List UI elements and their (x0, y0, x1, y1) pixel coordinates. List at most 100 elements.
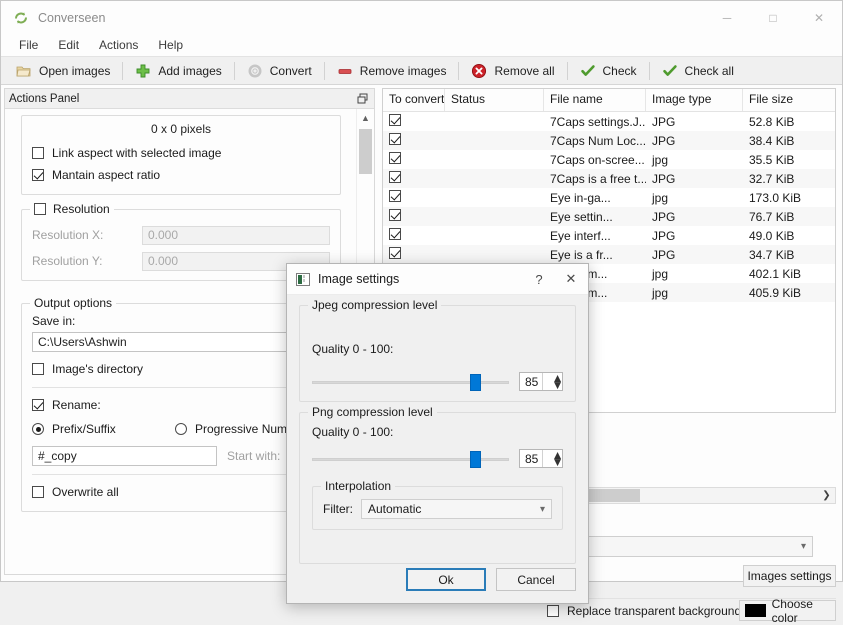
table-row[interactable]: Eye is a fr... JPG 34.7 KiB (383, 245, 835, 264)
menu-actions[interactable]: Actions (89, 36, 148, 54)
maintain-aspect-checkbox[interactable] (32, 169, 44, 181)
checkbox[interactable] (389, 152, 401, 164)
row-image-type: JPG (652, 171, 676, 186)
column-file-size[interactable]: File size (743, 89, 829, 111)
table-row[interactable]: 7Caps is a free t... JPG 32.7 KiB (383, 169, 835, 188)
row-file-name: Eye is a fr... (550, 247, 613, 262)
row-file-name: Eye settin... (550, 209, 613, 224)
column-status[interactable]: Status (445, 89, 544, 111)
resolution-x-input[interactable]: 0.000 (142, 225, 330, 245)
toolbar-separator (458, 61, 460, 80)
add-images-label: Add images (158, 63, 222, 78)
jpeg-quality-spinbox[interactable]: 85 ▲ ▼ (519, 372, 563, 391)
maintain-aspect-row[interactable]: Mantain aspect ratio (32, 164, 330, 186)
row-convert-checkbox[interactable] (383, 133, 445, 148)
ok-button[interactable]: Ok (406, 568, 486, 591)
interpolation-filter-combo[interactable]: Automatic ▾ (361, 499, 552, 519)
png-quality-slider[interactable] (312, 450, 509, 468)
remove-images-button[interactable]: Remove images (328, 58, 456, 83)
maximize-button[interactable]: □ (750, 1, 796, 34)
row-image-type: jpg (652, 152, 669, 167)
row-file-name: Eye interf... (550, 228, 611, 243)
menu-file[interactable]: File (9, 36, 48, 54)
checkbox[interactable] (389, 114, 401, 126)
cancel-label: Cancel (517, 572, 555, 587)
checkbox[interactable] (389, 171, 401, 183)
slider-handle[interactable] (470, 373, 481, 391)
rename-checkbox[interactable] (32, 399, 44, 411)
jpeg-quality-slider[interactable] (312, 373, 509, 391)
window-title: Converseen (38, 10, 106, 25)
table-row[interactable]: 7Caps on-scree... jpg 35.5 KiB (383, 150, 835, 169)
progressive-number-radio[interactable] (175, 423, 187, 435)
color-swatch (745, 604, 766, 617)
overwrite-all-checkbox[interactable] (32, 486, 44, 498)
table-row[interactable]: Eye settin... JPG 76.7 KiB (383, 207, 835, 226)
dialog-close-button[interactable]: ✕ (554, 271, 588, 287)
menu-edit[interactable]: Edit (48, 36, 89, 54)
convert-button[interactable]: Convert (238, 58, 321, 83)
row-convert-checkbox[interactable] (383, 209, 445, 224)
row-convert-checkbox[interactable] (383, 114, 445, 129)
cancel-button[interactable]: Cancel (496, 568, 576, 591)
row-convert-checkbox[interactable] (383, 228, 445, 243)
row-file-name: 7Caps on-scree... (550, 152, 645, 167)
prefix-suffix-input[interactable]: #_copy (32, 446, 217, 466)
spinner-down-icon[interactable]: ▼ (547, 456, 564, 468)
link-aspect-checkbox[interactable] (32, 147, 44, 159)
chevron-right-icon[interactable]: ❯ (818, 490, 835, 501)
add-images-button[interactable]: Add images (126, 58, 230, 83)
column-file-name[interactable]: File name (544, 89, 646, 111)
scrollbar-thumb[interactable] (359, 129, 372, 174)
table-row[interactable]: 7Caps settings.J... JPG 52.8 KiB (383, 112, 835, 131)
green-check-icon (580, 63, 596, 79)
spinner-buttons[interactable]: ▲ ▼ (542, 372, 564, 391)
row-convert-checkbox[interactable] (383, 152, 445, 167)
spinner-buttons[interactable]: ▲ ▼ (542, 449, 564, 468)
table-row[interactable]: 7Caps Num Loc... JPG 38.4 KiB (383, 131, 835, 150)
image-directory-checkbox[interactable] (32, 363, 44, 375)
converseen-window: Converseen ─ □ ✕ File Edit Actions Help … (0, 0, 843, 625)
images-settings-button[interactable]: Images settings (743, 565, 836, 587)
convert-label: Convert (269, 63, 312, 78)
open-images-button[interactable]: Open images (7, 58, 119, 83)
close-button[interactable]: ✕ (796, 1, 842, 34)
replace-transparent-row[interactable]: Replace transparent background (547, 604, 741, 618)
column-image-type[interactable]: Image type (646, 89, 743, 111)
checkbox[interactable] (389, 209, 401, 221)
column-to-convert[interactable]: To convert (383, 89, 445, 111)
row-file-size: 34.7 KiB (749, 247, 795, 262)
images-settings-label: Images settings (747, 569, 832, 583)
remove-all-button[interactable]: Remove all (462, 58, 563, 83)
row-convert-checkbox[interactable] (383, 190, 445, 205)
menu-help[interactable]: Help (148, 36, 193, 54)
table-row[interactable]: Eye interf... JPG 49.0 KiB (383, 226, 835, 245)
row-image-type: JPG (652, 247, 676, 262)
resolution-checkbox[interactable] (34, 203, 46, 215)
replace-transparent-checkbox[interactable] (547, 605, 559, 617)
resolution-legend[interactable]: Resolution (30, 202, 114, 216)
link-aspect-row[interactable]: Link aspect with selected image (32, 142, 330, 164)
check-all-button[interactable]: Check all (653, 58, 743, 83)
slider-handle[interactable] (470, 450, 481, 468)
float-window-icon[interactable] (355, 91, 370, 106)
choose-color-button[interactable]: Choose color (739, 597, 836, 625)
table-row[interactable]: Eye in-ga... jpg 173.0 KiB (383, 188, 835, 207)
row-convert-checkbox[interactable] (383, 247, 445, 262)
row-file-size: 32.7 KiB (749, 171, 795, 186)
checkbox[interactable] (389, 190, 401, 202)
checkbox[interactable] (389, 133, 401, 145)
checkbox[interactable] (389, 247, 401, 259)
chevron-up-icon[interactable]: ▲ (357, 109, 374, 126)
spinner-down-icon[interactable]: ▼ (547, 379, 564, 391)
help-button[interactable]: ? (524, 272, 554, 287)
check-button[interactable]: Check (571, 58, 646, 83)
checkbox[interactable] (389, 228, 401, 240)
png-quality-spinbox[interactable]: 85 ▲ ▼ (519, 449, 563, 468)
progressive-number-label: Progressive Numb (195, 422, 294, 436)
prefix-suffix-radio[interactable] (32, 423, 44, 435)
row-convert-checkbox[interactable] (383, 171, 445, 186)
row-file-size: 49.0 KiB (749, 228, 795, 243)
start-with-label: Start with: (227, 449, 281, 463)
minimize-button[interactable]: ─ (704, 1, 750, 34)
